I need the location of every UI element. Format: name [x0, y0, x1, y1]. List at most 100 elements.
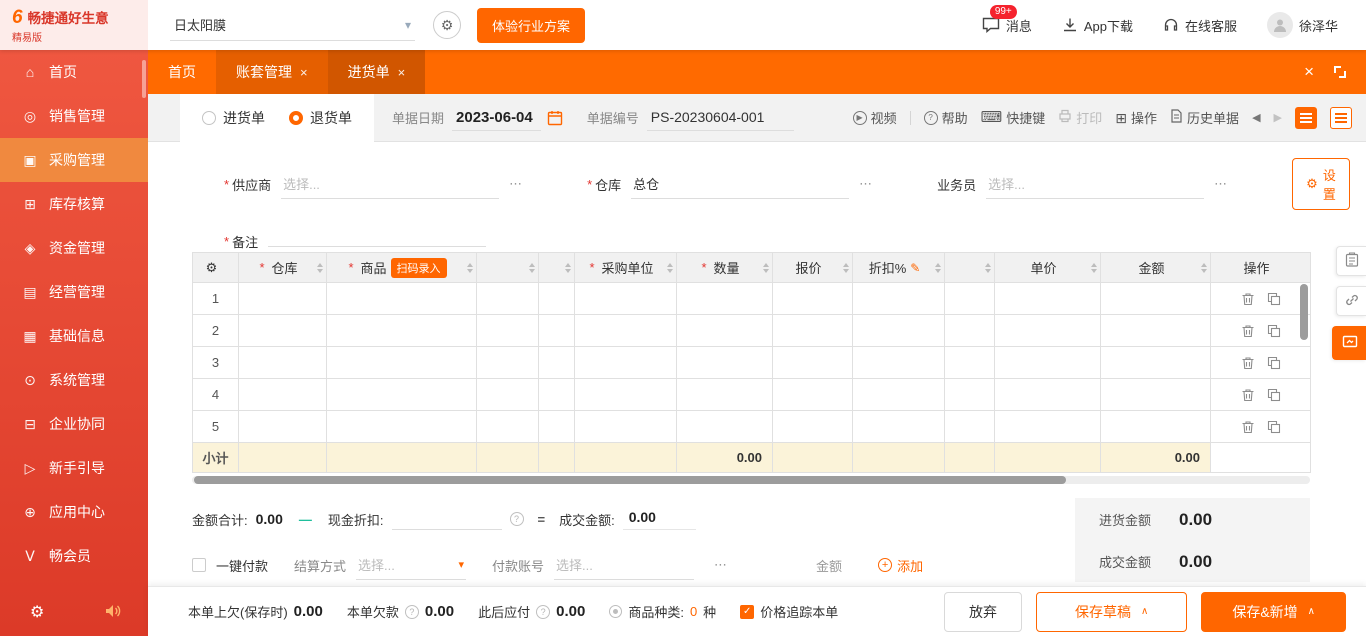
sort-icon[interactable]	[1201, 262, 1207, 273]
cell[interactable]	[538, 378, 575, 411]
cell[interactable]	[238, 314, 327, 347]
cell[interactable]	[238, 378, 327, 411]
copy-row-icon[interactable]	[1267, 356, 1281, 370]
cell[interactable]	[1100, 314, 1211, 347]
history-button[interactable]: 历史单据	[1170, 108, 1239, 127]
cell[interactable]	[326, 282, 477, 315]
blank-column-header[interactable]	[944, 252, 995, 283]
horizontal-scrollbar-thumb[interactable]	[194, 476, 1067, 484]
sidebar-item-member[interactable]: Ⅴ 畅会员	[0, 534, 148, 578]
cell[interactable]	[994, 314, 1101, 347]
sidebar-item-app-center[interactable]: ⊕ 应用中心	[0, 490, 148, 534]
sort-icon[interactable]	[467, 262, 473, 273]
cell[interactable]	[772, 282, 853, 315]
help-button[interactable]: ? 帮助	[923, 108, 968, 127]
close-icon[interactable]: ×	[1304, 62, 1314, 82]
settings-button[interactable]: ⚙ 设置	[1292, 158, 1350, 210]
tab-purchase-order[interactable]: 进货单 ×	[327, 50, 426, 94]
cell[interactable]	[476, 314, 539, 347]
sort-icon[interactable]	[935, 262, 941, 273]
cell[interactable]	[852, 314, 945, 347]
cell[interactable]	[772, 410, 853, 443]
cell[interactable]	[476, 410, 539, 443]
supplier-more-icon[interactable]: ⋯	[509, 176, 523, 192]
delete-row-icon[interactable]	[1241, 388, 1255, 402]
scroll-left-icon[interactable]: ◀	[1252, 111, 1260, 124]
cell[interactable]	[676, 282, 773, 315]
cell[interactable]	[852, 282, 945, 315]
warehouse-input[interactable]: 总仓	[631, 169, 850, 199]
form-view-button[interactable]	[1330, 106, 1352, 129]
account-more-icon[interactable]: ⋯	[714, 557, 728, 573]
cell[interactable]	[476, 378, 539, 411]
video-button[interactable]: ▶ 视频	[852, 108, 897, 127]
sort-icon[interactable]	[529, 262, 535, 273]
cell[interactable]	[772, 346, 853, 379]
cell[interactable]	[852, 410, 945, 443]
sort-icon[interactable]	[763, 262, 769, 273]
date-value-input[interactable]: 2023-06-04	[452, 105, 541, 131]
cash-discount-input[interactable]	[391, 508, 502, 530]
product-column-header[interactable]: * 商品 扫码录入	[326, 252, 477, 283]
cell[interactable]	[944, 314, 995, 347]
vertical-scrollbar[interactable]	[1300, 284, 1308, 340]
tab-home[interactable]: 首页	[148, 50, 216, 94]
company-settings-button[interactable]: ⚙	[433, 11, 461, 39]
copy-row-icon[interactable]	[1267, 420, 1281, 434]
payable-info-icon[interactable]: ?	[536, 604, 551, 619]
pay-account-input[interactable]: 选择...	[554, 550, 695, 580]
delete-row-icon[interactable]	[1241, 356, 1255, 370]
blank-column-header[interactable]	[476, 252, 539, 283]
save-and-new-button[interactable]: 保存&新增 ∧	[1201, 591, 1346, 632]
sort-icon[interactable]	[317, 262, 323, 273]
cell[interactable]	[326, 410, 477, 443]
close-tab-icon[interactable]: ×	[300, 65, 308, 80]
cell[interactable]	[238, 282, 327, 315]
cell[interactable]	[994, 346, 1101, 379]
blank-column-header[interactable]	[538, 252, 575, 283]
cell[interactable]	[1100, 410, 1211, 443]
radio-return-order[interactable]: 退货单	[289, 108, 352, 128]
sort-icon[interactable]	[1091, 262, 1097, 273]
cell[interactable]	[994, 410, 1101, 443]
sidebar-settings-icon[interactable]: ⚙	[30, 602, 44, 622]
remark-input[interactable]	[268, 236, 487, 247]
cell[interactable]	[538, 282, 575, 315]
sort-icon[interactable]	[667, 262, 673, 273]
delete-row-icon[interactable]	[1241, 420, 1255, 434]
screenshot-button[interactable]	[1332, 326, 1366, 360]
industry-plan-button[interactable]: 体验行业方案	[477, 7, 586, 43]
cell[interactable]	[238, 346, 327, 379]
doc-no-input[interactable]: PS-20230604-001	[646, 104, 795, 131]
cell[interactable]	[476, 282, 539, 315]
cell[interactable]	[676, 314, 773, 347]
list-view-button[interactable]	[1295, 106, 1317, 129]
sidebar-item-home[interactable]: ⌂ 首页	[0, 50, 148, 94]
fullscreen-icon[interactable]	[1334, 66, 1346, 78]
cell[interactable]	[326, 346, 477, 379]
scroll-right-icon[interactable]: ▶	[1274, 111, 1282, 124]
delete-row-icon[interactable]	[1241, 292, 1255, 306]
cell[interactable]	[538, 314, 575, 347]
cell[interactable]	[326, 378, 477, 411]
cell[interactable]	[676, 346, 773, 379]
tab-account-mgmt[interactable]: 账套管理 ×	[216, 50, 328, 94]
actions-button[interactable]: ⊞ 操作	[1115, 108, 1157, 127]
discount-column-header[interactable]: 折扣% ✎	[852, 252, 945, 283]
cell[interactable]	[944, 282, 995, 315]
amount-column-header[interactable]: 金额	[1100, 252, 1211, 283]
unit-column-header[interactable]: * 采购单位	[574, 252, 677, 283]
cell[interactable]	[676, 378, 773, 411]
hotkeys-button[interactable]: ⌨ 快捷键	[981, 108, 1046, 127]
cell[interactable]	[852, 378, 945, 411]
price-column-header[interactable]: 单价	[994, 252, 1101, 283]
price-track-checkbox[interactable]: ✓	[740, 604, 755, 619]
horizontal-scrollbar-track[interactable]	[192, 476, 1310, 484]
warehouse-column-header[interactable]: * 仓库	[238, 252, 327, 283]
sidebar-item-inventory[interactable]: ⊞ 库存核算	[0, 182, 148, 226]
cell[interactable]	[1100, 378, 1211, 411]
copy-row-icon[interactable]	[1267, 292, 1281, 306]
cell[interactable]	[852, 346, 945, 379]
discount-help-icon[interactable]: ?	[509, 512, 524, 526]
supplier-input[interactable]: 选择...	[281, 169, 500, 199]
